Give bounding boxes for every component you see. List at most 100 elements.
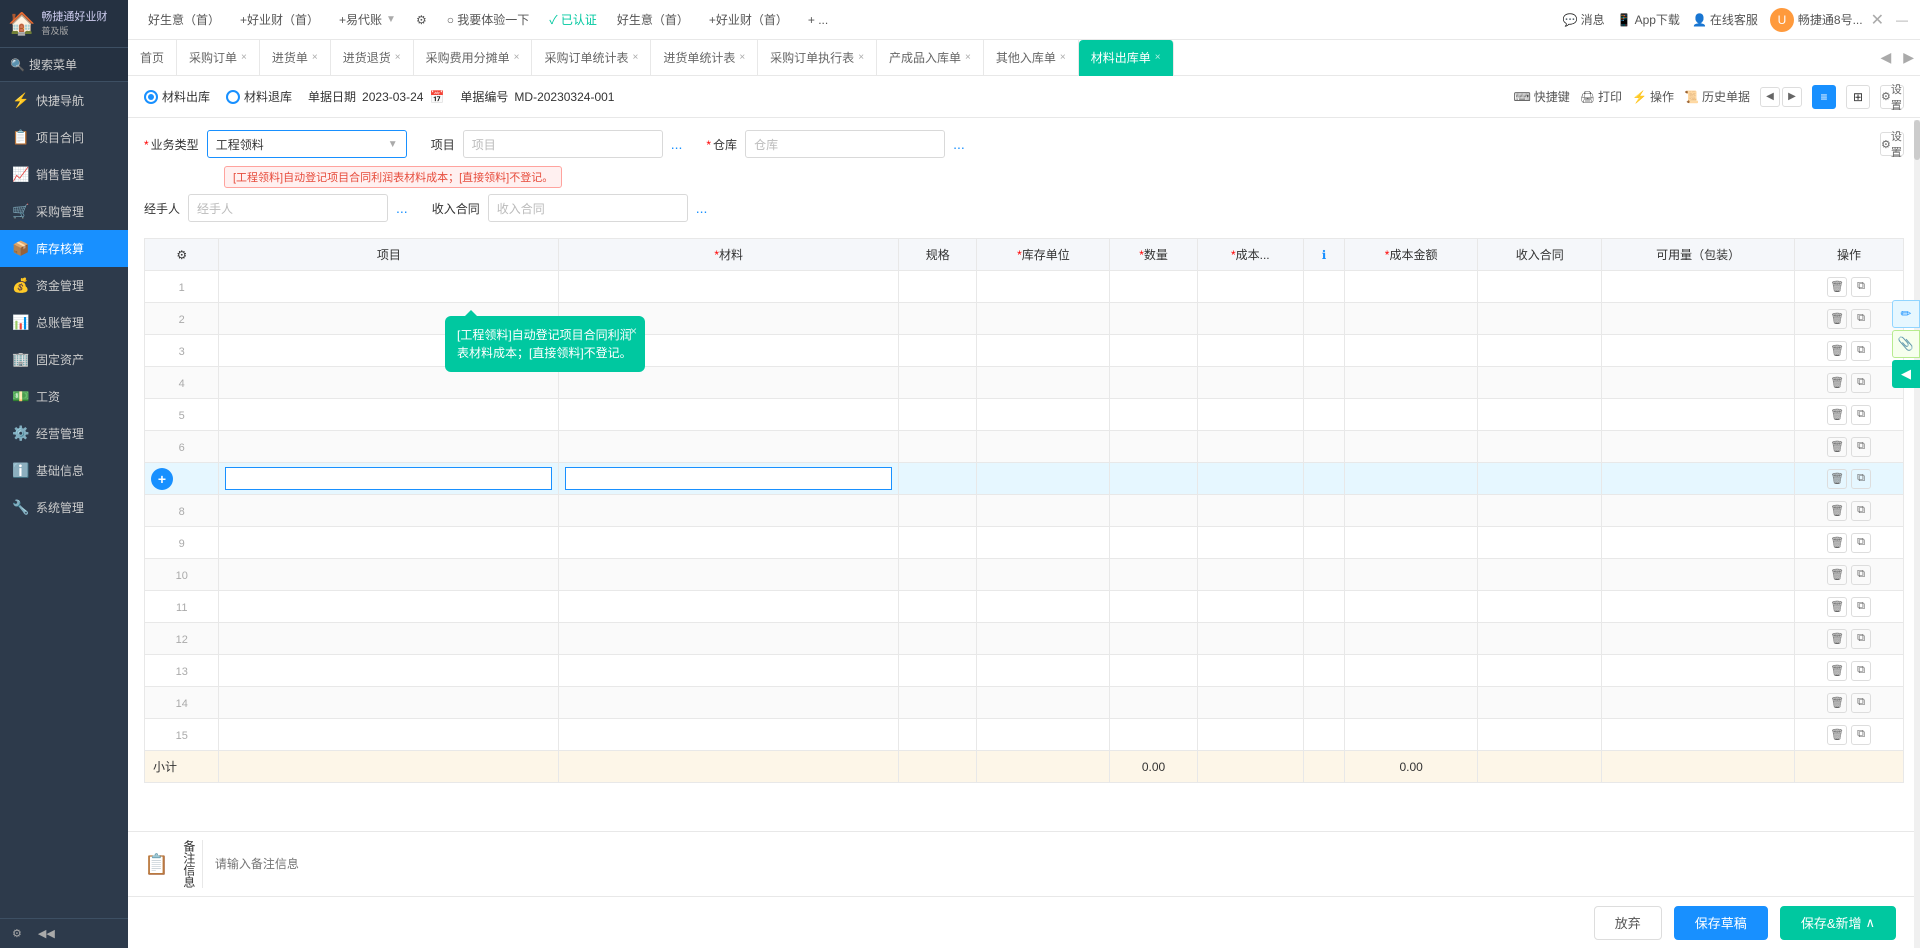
tab-scroll-left[interactable]: ◀ — [1874, 49, 1897, 66]
row-quantity-cell[interactable] — [1110, 367, 1197, 399]
row-cost-cell[interactable] — [1197, 527, 1303, 559]
scrollbar-track[interactable] — [1914, 120, 1920, 948]
row-cost-amount-cell[interactable] — [1345, 495, 1478, 527]
row-material-cell[interactable] — [559, 591, 899, 623]
row-cost-cell[interactable] — [1197, 303, 1303, 335]
row-delete-btn[interactable]: 🗑 — [1827, 437, 1847, 457]
top-nav-certified[interactable]: ✓ 已认证 — [541, 11, 605, 28]
row-cost-cell[interactable] — [1197, 367, 1303, 399]
row-project-cell[interactable] — [219, 623, 559, 655]
row-unit-cell[interactable] — [977, 591, 1110, 623]
row-cost-cell[interactable] — [1197, 431, 1303, 463]
sidebar-item-basic-info[interactable]: ℹ️ 基础信息 — [0, 452, 128, 489]
row-material-cell[interactable] — [559, 655, 899, 687]
top-nav-good-finance2[interactable]: +好业财（首） — [701, 11, 796, 28]
tab-purchase-order[interactable]: 采购订单 × — [177, 40, 260, 76]
scrollbar-thumb[interactable] — [1914, 120, 1920, 160]
row-spec-cell[interactable] — [899, 719, 977, 751]
row-unit-cell-active[interactable] — [977, 463, 1110, 495]
row-cost-cell[interactable] — [1197, 623, 1303, 655]
row-unit-cell[interactable] — [977, 431, 1110, 463]
user-avatar[interactable]: U 畅捷通8号... — [1770, 8, 1863, 32]
row-income-contract-cell[interactable] — [1478, 271, 1602, 303]
row-copy-btn[interactable]: ⧉ — [1851, 725, 1871, 745]
tab-close-icon[interactable]: × — [858, 52, 864, 63]
row-cost-amount-cell[interactable] — [1345, 559, 1478, 591]
row-unit-cell[interactable] — [977, 687, 1110, 719]
sidebar-item-sales[interactable]: 📈 销售管理 — [0, 156, 128, 193]
row-cost-cell[interactable] — [1197, 559, 1303, 591]
row-quantity-cell[interactable] — [1110, 431, 1197, 463]
row-spec-cell[interactable] — [899, 303, 977, 335]
row-unit-cell[interactable] — [977, 399, 1110, 431]
nav-next-btn[interactable]: ▶ — [1782, 87, 1802, 107]
row-unit-cell[interactable] — [977, 271, 1110, 303]
tab-close-icon[interactable]: × — [395, 52, 401, 63]
row-unit-cell[interactable] — [977, 559, 1110, 591]
row-quantity-cell[interactable] — [1110, 719, 1197, 751]
row-spec-cell[interactable] — [899, 527, 977, 559]
sidebar-item-inventory[interactable]: 📦 库存核算 — [0, 230, 128, 267]
row-delete-btn[interactable]: 🗑 — [1827, 373, 1847, 393]
row-spec-cell[interactable] — [899, 399, 977, 431]
row-copy-btn[interactable]: ⧉ — [1851, 629, 1871, 649]
row-material-cell[interactable] — [559, 431, 899, 463]
row-delete-btn[interactable]: 🗑 — [1827, 405, 1847, 425]
row-copy-btn[interactable]: ⧉ — [1851, 597, 1871, 617]
quick-key-btn[interactable]: ⌨ 快捷键 — [1513, 88, 1569, 105]
calendar-icon[interactable]: 📅 — [429, 90, 444, 104]
row-cost-amount-cell[interactable] — [1345, 335, 1478, 367]
row-unit-cell[interactable] — [977, 719, 1110, 751]
row-unit-cell[interactable] — [977, 495, 1110, 527]
row-cost-amount-cell[interactable] — [1345, 399, 1478, 431]
row-cost-cell[interactable] — [1197, 655, 1303, 687]
row-spec-cell[interactable] — [899, 559, 977, 591]
warehouse-more-btn[interactable]: ... — [953, 136, 965, 152]
row-copy-btn[interactable]: ⧉ — [1851, 405, 1871, 425]
row-income-contract-cell[interactable] — [1478, 623, 1602, 655]
window-close-btn[interactable]: ✕ — [1871, 10, 1884, 30]
income-contract-more-btn[interactable]: ... — [696, 200, 708, 216]
project-more-btn[interactable]: ... — [671, 136, 683, 152]
row-delete-btn[interactable]: 🗑 — [1827, 277, 1847, 297]
row-material-cell[interactable] — [559, 495, 899, 527]
settings-gear-btn[interactable]: ⚙ 设置 — [1880, 85, 1904, 109]
window-minimize-btn[interactable]: — — [1896, 13, 1908, 27]
row-income-contract-cell[interactable] — [1478, 559, 1602, 591]
row-project-cell[interactable] — [219, 527, 559, 559]
row-copy-btn[interactable]: ⧉ — [1851, 693, 1871, 713]
row-cost-amount-cell-active[interactable] — [1345, 463, 1478, 495]
form-settings-btn[interactable]: ⚙ 设置 — [1880, 132, 1904, 156]
tab-goods-receipt[interactable]: 进货单 × — [260, 40, 331, 76]
nav-prev-btn[interactable]: ◀ — [1760, 87, 1780, 107]
row-quantity-cell[interactable] — [1110, 399, 1197, 431]
project-cell-input[interactable] — [225, 467, 552, 490]
row-quantity-cell[interactable] — [1110, 623, 1197, 655]
message-btn[interactable]: 💬 消息 — [1563, 11, 1605, 28]
row-material-cell[interactable] — [559, 559, 899, 591]
top-nav-more[interactable]: + ... — [800, 13, 836, 27]
row-spec-cell[interactable] — [899, 591, 977, 623]
notes-input[interactable] — [215, 848, 1904, 880]
row-spec-cell[interactable] — [899, 687, 977, 719]
top-nav-agent[interactable]: +易代账 ▼ — [331, 11, 404, 28]
row-spec-cell[interactable] — [899, 431, 977, 463]
row-cost-amount-cell[interactable] — [1345, 655, 1478, 687]
row-cost-cell[interactable] — [1197, 687, 1303, 719]
row-copy-btn[interactable]: ⧉ — [1851, 501, 1871, 521]
radio-material-return[interactable]: 材料退库 — [226, 88, 292, 105]
row-cost-amount-cell[interactable] — [1345, 367, 1478, 399]
row-income-contract-cell-active[interactable] — [1478, 463, 1602, 495]
row-spec-cell[interactable] — [899, 367, 977, 399]
row-copy-btn[interactable]: ⧉ — [1851, 469, 1871, 489]
row-spec-cell-active[interactable] — [899, 463, 977, 495]
tab-close-icon[interactable]: × — [739, 52, 745, 63]
row-quantity-cell[interactable] — [1110, 559, 1197, 591]
operations-btn[interactable]: ⚡ 操作 — [1632, 88, 1674, 105]
row-cost-amount-cell[interactable] — [1345, 527, 1478, 559]
row-income-contract-cell[interactable] — [1478, 591, 1602, 623]
cost-info-icon[interactable]: ℹ — [1322, 248, 1327, 262]
row-material-cell[interactable] — [559, 687, 899, 719]
row-delete-btn[interactable]: 🗑 — [1827, 597, 1847, 617]
row-income-contract-cell[interactable] — [1478, 303, 1602, 335]
